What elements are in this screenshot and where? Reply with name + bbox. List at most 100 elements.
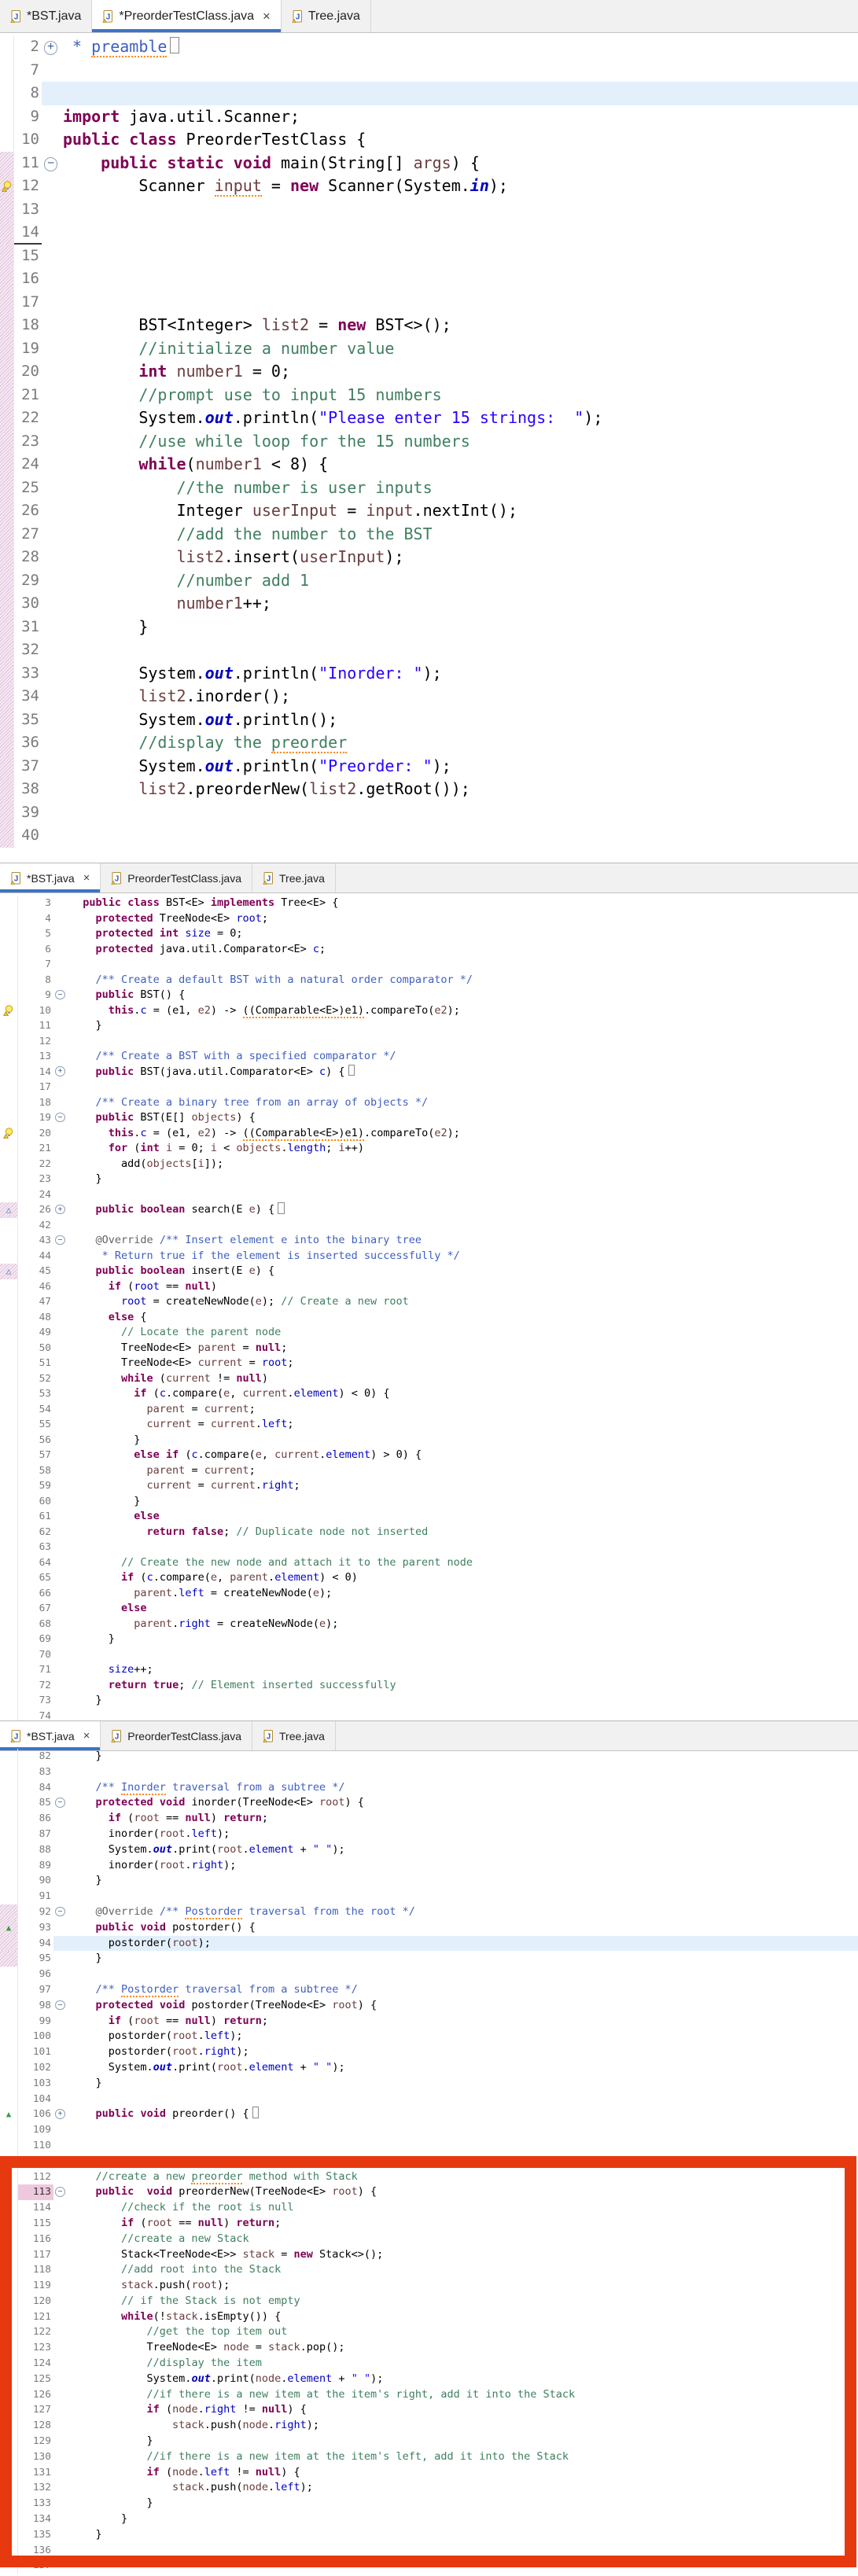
- line-number[interactable]: 10: [17, 1003, 53, 1018]
- code-text[interactable]: postorder(root.left);: [67, 2029, 858, 2044]
- code-text[interactable]: public class PreorderTestClass {: [60, 128, 858, 152]
- line-number[interactable]: 26: [13, 499, 42, 523]
- code-text[interactable]: stack.push(root);: [67, 2278, 858, 2294]
- collapsed-code-box[interactable]: [252, 2107, 260, 2119]
- line-number[interactable]: 73: [17, 1693, 53, 1709]
- line-number[interactable]: 63: [17, 1540, 53, 1555]
- line-number[interactable]: 129: [17, 2434, 53, 2449]
- line-number[interactable]: 109: [17, 2122, 53, 2138]
- line-number[interactable]: 15: [13, 244, 42, 267]
- line-number[interactable]: 112: [17, 2169, 53, 2185]
- line-number[interactable]: 119: [17, 2278, 53, 2294]
- editor-area[interactable]: 3 public class BST<E> implements Tree<E>…: [0, 893, 858, 1724]
- code-text[interactable]: protected int size = 0;: [67, 926, 858, 942]
- line-number[interactable]: 10: [13, 128, 42, 152]
- fold-column[interactable]: +: [53, 2107, 67, 2122]
- line-number[interactable]: 22: [13, 407, 42, 430]
- code-text[interactable]: inorder(root.left);: [67, 1827, 858, 1842]
- line-number[interactable]: 60: [17, 1493, 53, 1509]
- code-text[interactable]: while (current != null): [67, 1371, 858, 1387]
- code-text[interactable]: // Locate the parent node: [67, 1325, 858, 1341]
- line-number[interactable]: 121: [17, 2309, 53, 2325]
- code-text[interactable]: System.out.print(root.element + " ");: [67, 2060, 858, 2076]
- code-text[interactable]: //initialize a number value: [60, 337, 858, 361]
- line-number[interactable]: 30: [13, 592, 42, 616]
- line-number[interactable]: 137: [17, 2558, 53, 2574]
- code-text[interactable]: [60, 291, 858, 315]
- line-number[interactable]: 93: [17, 1919, 53, 1936]
- line-number[interactable]: 22: [17, 1156, 53, 1172]
- code-text[interactable]: //create a new preorder method with Stac…: [67, 2169, 858, 2185]
- code-text[interactable]: public BST() {: [67, 988, 858, 1003]
- line-number[interactable]: 24: [13, 453, 42, 477]
- collapse-icon[interactable]: −: [55, 2000, 65, 2011]
- code-text[interactable]: }: [67, 1172, 858, 1187]
- line-number[interactable]: 86: [17, 1811, 53, 1827]
- line-number[interactable]: 12: [17, 1033, 53, 1049]
- code-text[interactable]: }: [67, 1433, 858, 1448]
- line-number[interactable]: 64: [17, 1555, 53, 1570]
- code-text[interactable]: [60, 638, 858, 662]
- code-text[interactable]: /** Create a default BST with a natural …: [67, 973, 858, 988]
- line-number[interactable]: 7: [13, 58, 42, 82]
- code-text[interactable]: TreeNode<E> parent = null;: [67, 1341, 858, 1356]
- code-text[interactable]: @Override /** Insert element e into the …: [67, 1233, 858, 1249]
- line-number[interactable]: 8: [13, 82, 42, 105]
- code-text[interactable]: public boolean search(E e) {: [67, 1202, 858, 1218]
- line-number[interactable]: 125: [17, 2371, 53, 2387]
- line-number[interactable]: 123: [17, 2340, 53, 2357]
- code-text[interactable]: //if there is a new item at the item's r…: [67, 2387, 858, 2403]
- line-number[interactable]: 54: [17, 1401, 53, 1417]
- line-number[interactable]: 100: [17, 2029, 53, 2045]
- line-number[interactable]: 127: [17, 2402, 53, 2419]
- gutter-marker[interactable]: [0, 175, 13, 198]
- line-number[interactable]: 24: [17, 1187, 53, 1202]
- code-text[interactable]: current = current.right;: [67, 1478, 858, 1494]
- editor-area[interactable]: 2 + * preamble 7 8 9 import java.util.Scanner…: [0, 33, 858, 866]
- code-text[interactable]: public void preorderNew(TreeNode<E> root…: [67, 2184, 858, 2200]
- tab-Tree.java[interactable]: J Tree.java: [281, 0, 371, 32]
- line-number[interactable]: 84: [17, 1779, 53, 1796]
- line-number[interactable]: 34: [13, 685, 42, 708]
- code-text[interactable]: //number add 1: [60, 569, 858, 593]
- collapse-icon[interactable]: −: [55, 2187, 65, 2197]
- line-number[interactable]: 2: [13, 35, 42, 59]
- code-text[interactable]: // if the Stack is not empty: [67, 2294, 858, 2309]
- line-number[interactable]: 57: [17, 1448, 53, 1463]
- line-number[interactable]: 6: [17, 941, 53, 957]
- fold-column[interactable]: +: [42, 35, 60, 59]
- code-text[interactable]: }: [67, 1494, 858, 1510]
- editor-area[interactable]: 82 } 83 84 /** Inorder traversal from a su…: [0, 1746, 858, 2575]
- line-number[interactable]: 99: [17, 2013, 53, 2030]
- code-text[interactable]: [60, 245, 858, 268]
- code-text[interactable]: stack.push(node.right);: [67, 2418, 858, 2434]
- line-number[interactable]: 118: [17, 2262, 53, 2279]
- line-number[interactable]: 43: [17, 1233, 53, 1249]
- gutter-marker[interactable]: [0, 1126, 17, 1142]
- line-number[interactable]: 67: [17, 1601, 53, 1617]
- line-number[interactable]: 104: [17, 2091, 53, 2107]
- code-text[interactable]: import java.util.Scanner;: [60, 105, 858, 129]
- code-text[interactable]: [67, 1034, 858, 1050]
- line-number[interactable]: 101: [17, 2044, 53, 2060]
- code-text[interactable]: public BST(E[] objects) {: [67, 1110, 858, 1126]
- line-number[interactable]: 136: [17, 2542, 53, 2559]
- line-number[interactable]: 110: [17, 2137, 53, 2154]
- code-text[interactable]: System.out.println("Preorder: ");: [60, 755, 858, 778]
- code-text[interactable]: this.c = (e1, e2) -> ((Comparable<E>)e1)…: [67, 1126, 858, 1142]
- expand-icon[interactable]: +: [55, 1204, 65, 1215]
- line-number[interactable]: 39: [13, 800, 42, 824]
- line-number[interactable]: 95: [17, 1951, 53, 1967]
- code-text[interactable]: return false; // Duplicate node not inse…: [67, 1525, 858, 1540]
- line-number[interactable]: 16: [13, 267, 42, 291]
- line-number[interactable]: 61: [17, 1509, 53, 1525]
- tab-Tree.java[interactable]: J Tree.java: [252, 863, 336, 892]
- code-text[interactable]: current = current.left;: [67, 1417, 858, 1433]
- code-text[interactable]: public void preorder() {: [67, 2107, 858, 2122]
- code-text[interactable]: //get the top item out: [67, 2324, 858, 2340]
- line-number[interactable]: 9: [13, 105, 42, 128]
- line-number[interactable]: 19: [13, 337, 42, 360]
- code-text[interactable]: }: [67, 1632, 858, 1647]
- line-number[interactable]: 116: [17, 2231, 53, 2247]
- code-text[interactable]: //prompt use to input 15 numbers: [60, 384, 858, 407]
